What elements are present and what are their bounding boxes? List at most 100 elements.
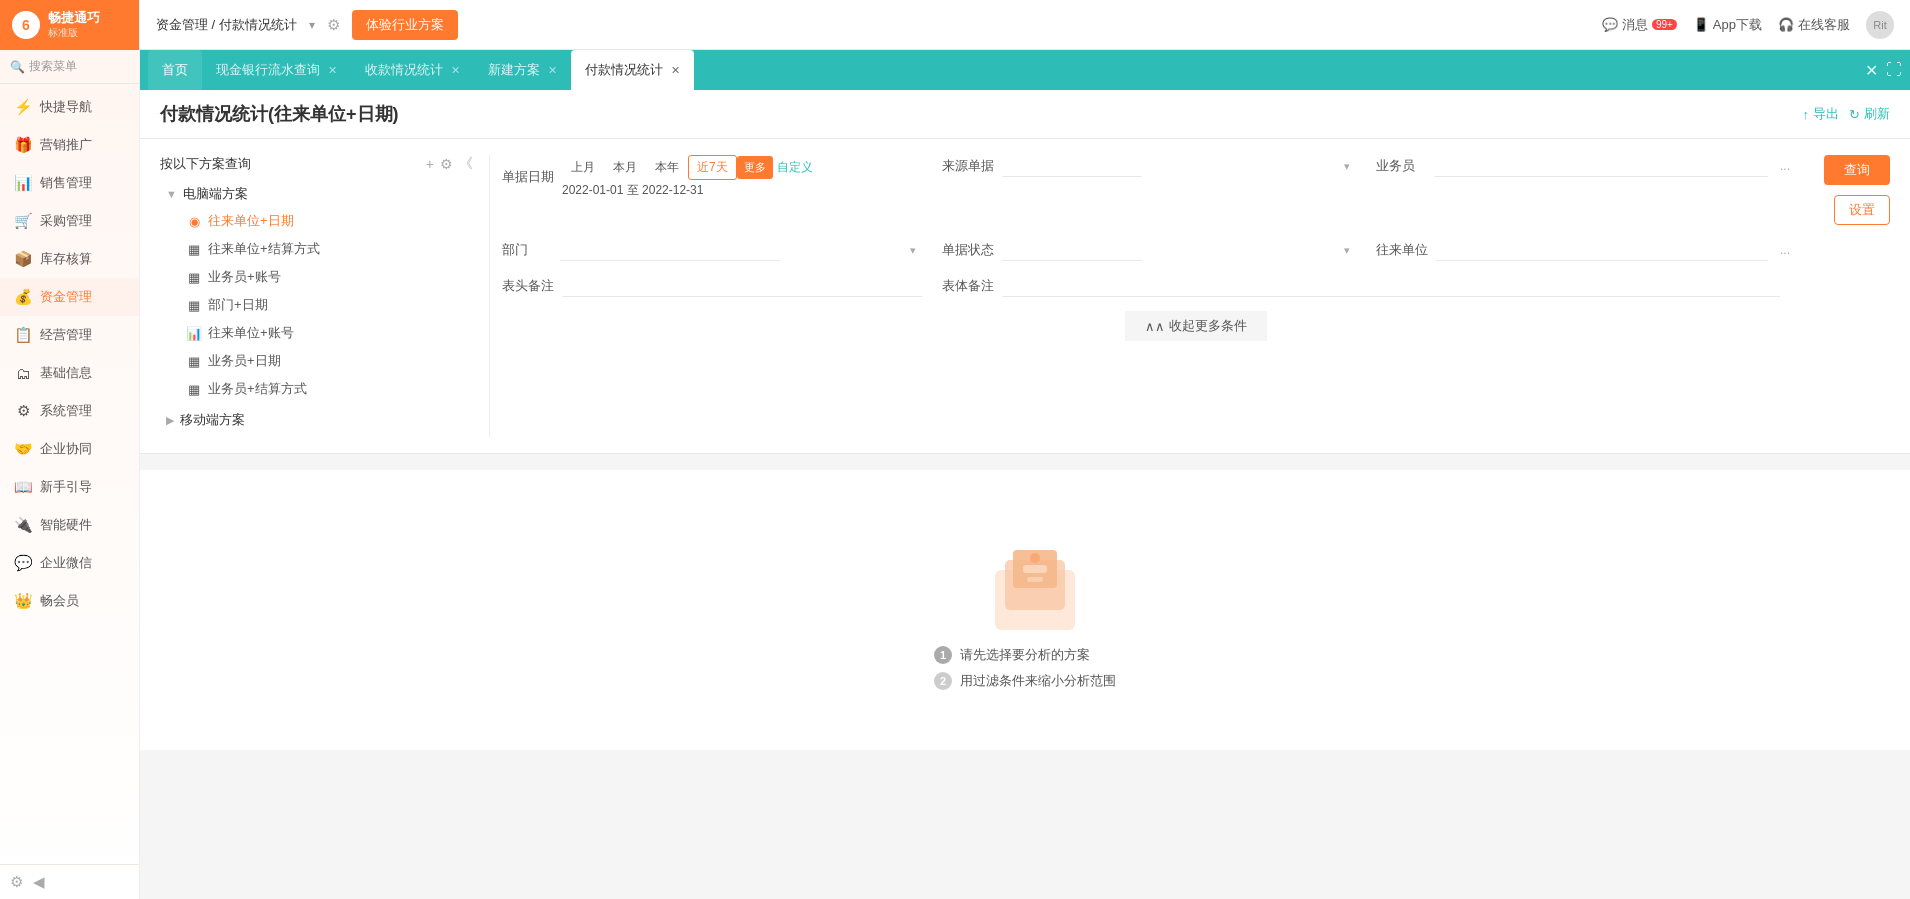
scheme-tree: ▼ 电脑端方案 ◉ 往来单位+日期 ▦ 往来单位+结算方式 ▦ 业务员+账号 ▦… [160,181,473,433]
mobile-scheme-section: ▶ 移动端方案 [160,407,473,433]
mobile-section-arrow: ▶ [166,414,174,427]
party-input[interactable] [1436,239,1768,261]
close-all-tabs-icon[interactable]: ✕ [1865,61,1878,80]
tab-payment[interactable]: 付款情况统计✕ [571,50,694,90]
close-tab-new-scheme[interactable]: ✕ [548,64,557,77]
collapse-sidebar-icon[interactable]: ◀ [33,873,45,891]
app-download-btn[interactable]: 📱 App下载 [1693,16,1762,34]
sidebar-item-member[interactable]: 👑 畅会员 [0,582,139,620]
sidebar-item-guide[interactable]: 📖 新手引导 [0,468,139,506]
svg-point-3 [1030,553,1040,563]
nav-label-operations: 经营管理 [40,326,92,344]
scheme-item-salesman-settle[interactable]: ▦ 业务员+结算方式 [180,375,473,403]
scheme-icon-party-settle: ▦ [186,242,202,257]
logo-title: 畅捷通巧 [48,10,100,26]
main-area: 资金管理 / 付款情况统计 ▾ ⚙ 体验行业方案 💬 消息 99+ 📱 App下… [140,0,1910,899]
scheme-label-salesman-date: 业务员+日期 [208,352,281,370]
scheme-item-salesman-account[interactable]: ▦ 业务员+账号 [180,263,473,291]
sidebar-item-wechat[interactable]: 💬 企业微信 [0,544,139,582]
salesman-ellipsis[interactable]: ... [1780,159,1790,173]
sidebar-item-inventory[interactable]: 📦 库存核算 [0,240,139,278]
scheme-item-salesman-date[interactable]: ▦ 业务员+日期 [180,347,473,375]
header-note-field: 表头备注 [502,275,922,297]
tab-bank-flow[interactable]: 现金银行流水查询✕ [202,50,351,90]
close-tab-receivable[interactable]: ✕ [451,64,460,77]
tabbar-right-actions: ✕ ⛶ [1865,61,1902,80]
app-icon: 📱 [1693,17,1709,32]
source-doc-select-wrap [1002,155,1356,177]
date-this-month-btn[interactable]: 本月 [604,155,646,180]
tabbar: 首页现金银行流水查询✕收款情况统计✕新建方案✕付款情况统计✕ ✕ ⛶ [140,50,1910,90]
empty-illustration-svg [975,530,1095,650]
salesman-input[interactable] [1434,155,1768,177]
sidebar-item-hardware[interactable]: 🔌 智能硬件 [0,506,139,544]
pc-scheme-header[interactable]: ▼ 电脑端方案 [160,181,473,207]
close-tab-payment[interactable]: ✕ [671,64,680,77]
settings-footer-icon[interactable]: ⚙ [10,873,23,891]
refresh-btn[interactable]: ↻ 刷新 [1849,105,1890,123]
scheme-item-party-date[interactable]: ◉ 往来单位+日期 [180,207,473,235]
sidebar-item-basic-info[interactable]: 🗂 基础信息 [0,354,139,392]
nav-label-marketing: 营销推广 [40,136,92,154]
search-icon: 🔍 [10,60,25,74]
sidebar-item-purchase[interactable]: 🛒 采购管理 [0,202,139,240]
nav-icon-marketing: 🎁 [14,136,32,154]
export-btn[interactable]: ↑ 导出 [1803,105,1840,123]
sidebar-item-marketing[interactable]: 🎁 营销推广 [0,126,139,164]
app-download-label: App下载 [1713,16,1762,34]
date-last-7-btn[interactable]: 近7天 [688,155,737,180]
tab-home[interactable]: 首页 [148,50,202,90]
scheme-panel-title: 按以下方案查询 [160,155,251,173]
filter-settings-btn[interactable]: 设置 [1834,195,1890,225]
query-btn[interactable]: 查询 [1824,155,1890,185]
dept-select[interactable] [560,239,780,261]
doc-status-select[interactable] [1002,239,1142,261]
tab-new-scheme[interactable]: 新建方案✕ [474,50,571,90]
scheme-add-icon[interactable]: + [426,156,434,172]
sidebar-item-enterprise[interactable]: 🤝 企业协同 [0,430,139,468]
source-doc-label: 来源单据 [942,157,994,175]
svg-rect-4 [1023,565,1047,573]
refresh-icon: ↻ [1849,107,1860,122]
sidebar-search-area[interactable]: 🔍 搜索菜单 [0,50,139,84]
scheme-settings-icon[interactable]: ⚙ [440,156,453,172]
collapse-more-btn[interactable]: ∧∧ 收起更多条件 [1125,311,1267,341]
sidebar-item-quick-nav[interactable]: ⚡ 快捷导航 [0,88,139,126]
close-tab-bank-flow[interactable]: ✕ [328,64,337,77]
date-this-year-btn[interactable]: 本年 [646,155,688,180]
scheme-collapse-icon[interactable]: 《 [459,155,473,173]
expand-tabbar-icon[interactable]: ⛶ [1886,61,1902,79]
source-doc-select[interactable] [1002,155,1142,177]
date-last-month-btn[interactable]: 上月 [562,155,604,180]
sidebar-item-sales[interactable]: 📊 销售管理 [0,164,139,202]
sidebar-item-system[interactable]: ⚙ 系统管理 [0,392,139,430]
sidebar-item-finance[interactable]: 💰 资金管理 [0,278,139,316]
tab-receivable[interactable]: 收款情况统计✕ [351,50,474,90]
scheme-item-party-settle[interactable]: ▦ 往来单位+结算方式 [180,235,473,263]
doc-status-label: 单据状态 [942,241,994,259]
svg-rect-5 [1027,577,1043,582]
mobile-scheme-header[interactable]: ▶ 移动端方案 [160,407,473,433]
date-custom-label[interactable]: 自定义 [777,159,813,176]
party-ellipsis[interactable]: ... [1780,243,1790,257]
search-menu-button[interactable]: 🔍 搜索菜单 [10,58,129,75]
scheme-panel-header: 按以下方案查询 + ⚙ 《 [160,155,473,173]
try-industry-btn[interactable]: 体验行业方案 [352,10,458,40]
topbar-gear-icon[interactable]: ⚙ [327,16,340,34]
date-more-btn[interactable]: 更多 [737,156,773,179]
user-avatar[interactable]: Rit [1866,11,1894,39]
message-btn[interactable]: 💬 消息 99+ [1602,16,1677,34]
page-title: 付款情况统计(往来单位+日期) [160,102,399,126]
header-note-input[interactable] [562,275,922,297]
empty-state: 1 请先选择要分析的方案 2 用过滤条件来缩小分析范围 [140,470,1910,750]
scheme-item-dept-date[interactable]: ▦ 部门+日期 [180,291,473,319]
source-doc-field: 来源单据 [942,155,1356,177]
topbar-dropdown-arrow[interactable]: ▾ [309,18,315,32]
body-note-input[interactable] [1002,275,1780,297]
nav-icon-hardware: 🔌 [14,516,32,534]
scheme-item-party-account[interactable]: 📊 往来单位+账号 [180,319,473,347]
nav-icon-finance: 💰 [14,288,32,306]
empty-steps: 1 请先选择要分析的方案 2 用过滤条件来缩小分析范围 [934,646,1116,690]
sidebar-item-operations[interactable]: 📋 经营管理 [0,316,139,354]
online-service-btn[interactable]: 🎧 在线客服 [1778,16,1850,34]
